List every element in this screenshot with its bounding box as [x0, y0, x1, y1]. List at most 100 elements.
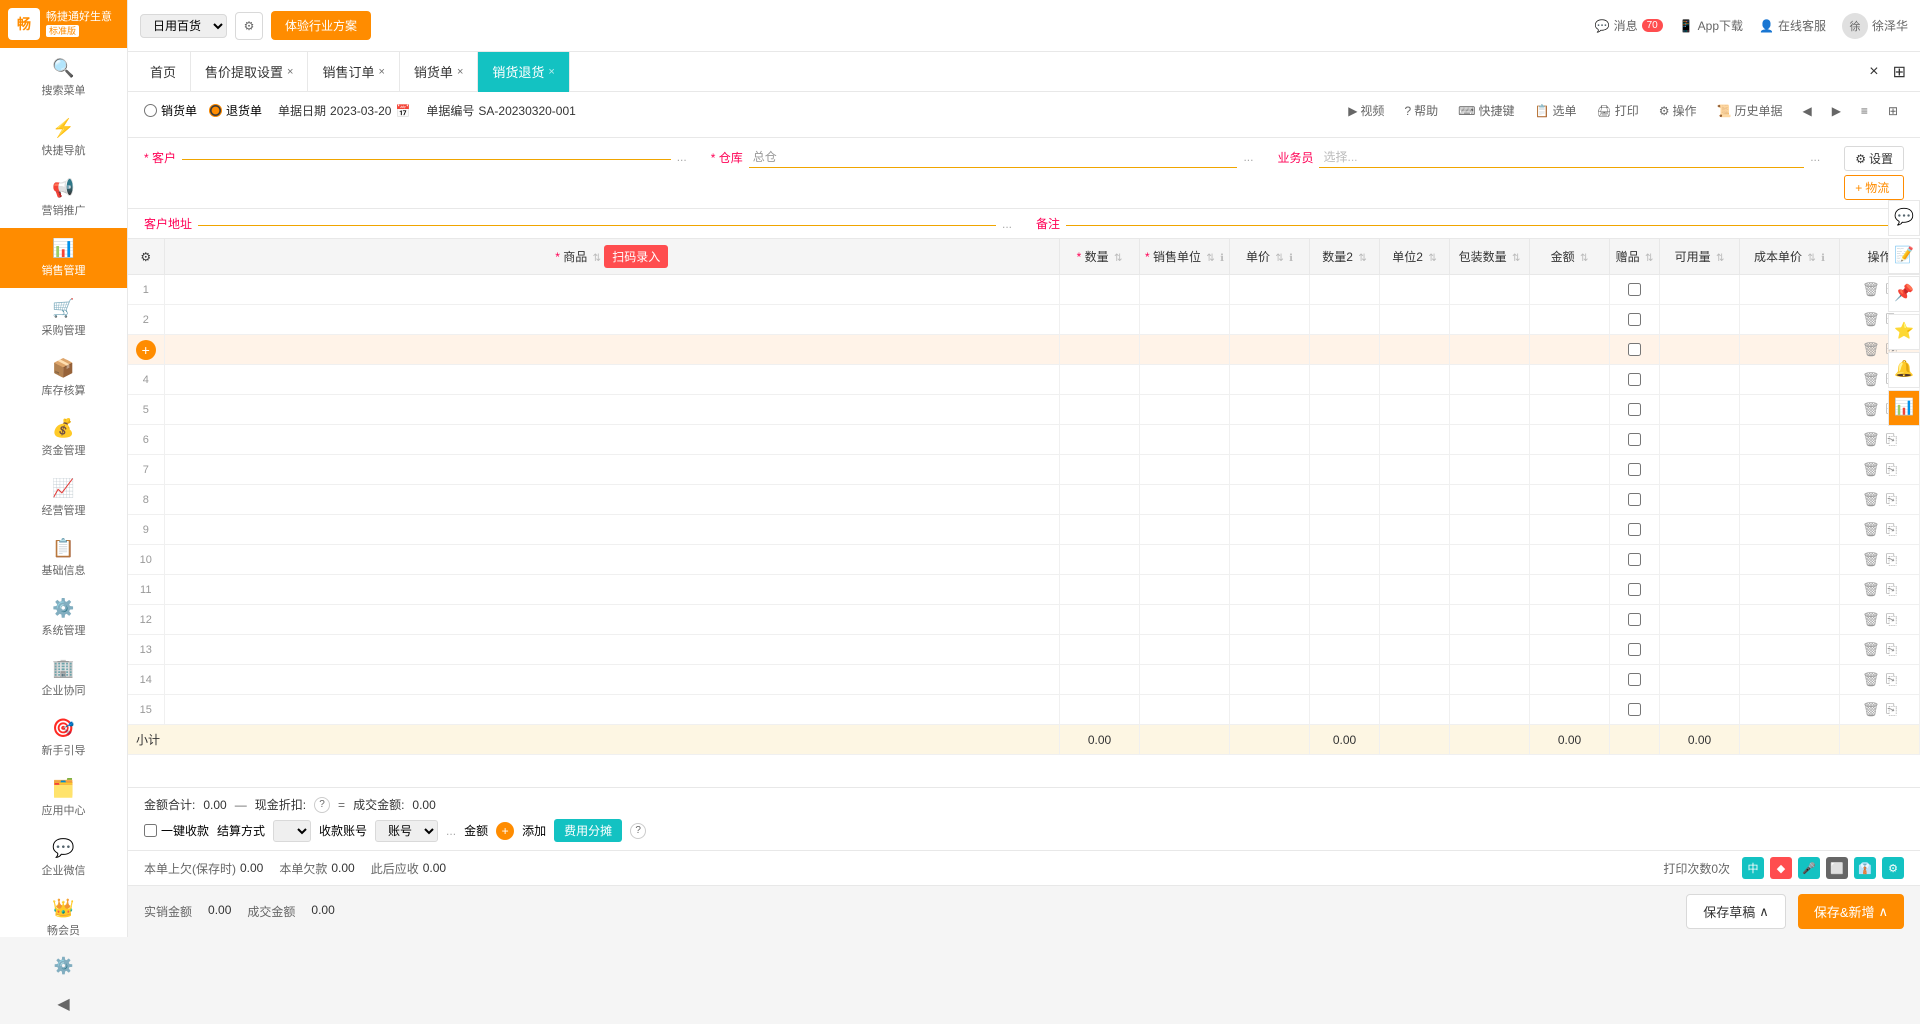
cp11[interactable]: [1740, 575, 1840, 605]
pr8[interactable]: [1230, 485, 1310, 515]
p8[interactable]: [164, 485, 1060, 515]
del15[interactable]: 🗑: [1862, 701, 1880, 718]
status-icon-6[interactable]: ⚙: [1882, 857, 1904, 879]
p15[interactable]: [164, 695, 1060, 725]
tab-expand-btn[interactable]: ⊞: [1887, 62, 1912, 82]
col-product-sort[interactable]: ⇅: [593, 253, 601, 264]
available-cell-2[interactable]: [1660, 305, 1740, 335]
u12[interactable]: [1140, 605, 1230, 635]
sidebar-item-shortcut[interactable]: ⚡ 快捷导航: [0, 108, 127, 168]
view-grid-btn[interactable]: ⊞: [1882, 102, 1904, 120]
q24[interactable]: [1310, 365, 1380, 395]
pk4[interactable]: [1450, 365, 1530, 395]
unit2-cell-add[interactable]: [1380, 335, 1450, 365]
pk11[interactable]: [1450, 575, 1530, 605]
q213[interactable]: [1310, 635, 1380, 665]
av15[interactable]: [1660, 695, 1740, 725]
price-cell-1[interactable]: [1230, 275, 1310, 305]
pr14[interactable]: [1230, 665, 1310, 695]
av12[interactable]: [1660, 605, 1740, 635]
qty2-cell-2[interactable]: [1310, 305, 1380, 335]
cost-price-cell-2[interactable]: [1740, 305, 1840, 335]
av10[interactable]: [1660, 545, 1740, 575]
sidebar-item-finance[interactable]: 💰 资金管理: [0, 408, 127, 468]
tab-sales-order[interactable]: 销售订单 ×: [308, 52, 399, 92]
scan-btn[interactable]: 扫码录入: [604, 245, 668, 268]
gift-checkbox-1[interactable]: [1628, 283, 1641, 296]
av7[interactable]: [1660, 455, 1740, 485]
a5[interactable]: [1530, 395, 1610, 425]
q8[interactable]: [1060, 485, 1140, 515]
add-row-btn[interactable]: +: [136, 340, 156, 360]
app-download-btn[interactable]: 📱 App下载: [1679, 17, 1743, 34]
notification-btn[interactable]: 💬 消息 70: [1595, 17, 1663, 34]
sidebar-item-marketing[interactable]: 📢 营销推广: [0, 168, 127, 228]
p13[interactable]: [164, 635, 1060, 665]
cost-price-cell-add[interactable]: [1740, 335, 1840, 365]
cp4[interactable]: [1740, 365, 1840, 395]
unit-cell-add[interactable]: [1140, 335, 1230, 365]
del13[interactable]: 🗑: [1862, 641, 1880, 658]
cp7[interactable]: [1740, 455, 1840, 485]
gc11[interactable]: [1628, 583, 1641, 596]
amount-cell-2[interactable]: [1530, 305, 1610, 335]
pr10[interactable]: [1230, 545, 1310, 575]
q214[interactable]: [1310, 665, 1380, 695]
av8[interactable]: [1660, 485, 1740, 515]
cp13[interactable]: [1740, 635, 1840, 665]
del6[interactable]: 🗑: [1862, 431, 1880, 448]
q10[interactable]: [1060, 545, 1140, 575]
q25[interactable]: [1310, 395, 1380, 425]
status-icon-5[interactable]: 👔: [1854, 857, 1876, 879]
gc6[interactable]: [1628, 433, 1641, 446]
g5[interactable]: [1610, 395, 1660, 425]
print-btn[interactable]: 🖨 打印: [1590, 100, 1644, 121]
av4[interactable]: [1660, 365, 1740, 395]
customer-input[interactable]: [182, 155, 671, 160]
pr7[interactable]: [1230, 455, 1310, 485]
u7[interactable]: [1140, 455, 1230, 485]
del12[interactable]: 🗑: [1862, 611, 1880, 628]
q9[interactable]: [1060, 515, 1140, 545]
add-row-btn-cell[interactable]: +: [128, 335, 164, 365]
cpy14[interactable]: ⎘: [1886, 671, 1897, 688]
sidebar-item-purchase[interactable]: 🛒 采购管理: [0, 288, 127, 348]
col-gift-sort[interactable]: ⇅: [1645, 253, 1653, 264]
g12[interactable]: [1610, 605, 1660, 635]
product-cell-1[interactable]: [164, 275, 1060, 305]
a10[interactable]: [1530, 545, 1610, 575]
gc13[interactable]: [1628, 643, 1641, 656]
q5[interactable]: [1060, 395, 1140, 425]
staff-input[interactable]: 选择...: [1319, 146, 1804, 168]
right-float-item-4[interactable]: ⭐: [1888, 314, 1920, 350]
tab-home[interactable]: 首页: [136, 52, 191, 92]
g4[interactable]: [1610, 365, 1660, 395]
p4[interactable]: [164, 365, 1060, 395]
pack-qty-cell-add[interactable]: [1450, 335, 1530, 365]
video-btn[interactable]: ▶ 视频: [1342, 100, 1390, 121]
p9[interactable]: [164, 515, 1060, 545]
pk10[interactable]: [1450, 545, 1530, 575]
pr12[interactable]: [1230, 605, 1310, 635]
p10[interactable]: [164, 545, 1060, 575]
u13[interactable]: [1140, 635, 1230, 665]
gift-checkbox-2[interactable]: [1628, 313, 1641, 326]
cp12[interactable]: [1740, 605, 1840, 635]
cp8[interactable]: [1740, 485, 1840, 515]
view-list-btn[interactable]: ≡: [1855, 102, 1874, 120]
u5[interactable]: [1140, 395, 1230, 425]
status-icon-2[interactable]: ◆: [1770, 857, 1792, 879]
sidebar-item-search[interactable]: 🔍 搜索菜单: [0, 48, 127, 108]
save-draft-btn[interactable]: 保存草稿 ∧: [1686, 894, 1786, 929]
q29[interactable]: [1310, 515, 1380, 545]
a11[interactable]: [1530, 575, 1610, 605]
a9[interactable]: [1530, 515, 1610, 545]
discount-help-icon[interactable]: ?: [314, 797, 330, 813]
col-settings-icon[interactable]: ⚙: [140, 250, 151, 264]
del9[interactable]: 🗑: [1862, 521, 1880, 538]
u25[interactable]: [1380, 395, 1450, 425]
sidebar-item-inventory[interactable]: 📦 库存核算: [0, 348, 127, 408]
gc7[interactable]: [1628, 463, 1641, 476]
del7[interactable]: 🗑: [1862, 461, 1880, 478]
q28[interactable]: [1310, 485, 1380, 515]
